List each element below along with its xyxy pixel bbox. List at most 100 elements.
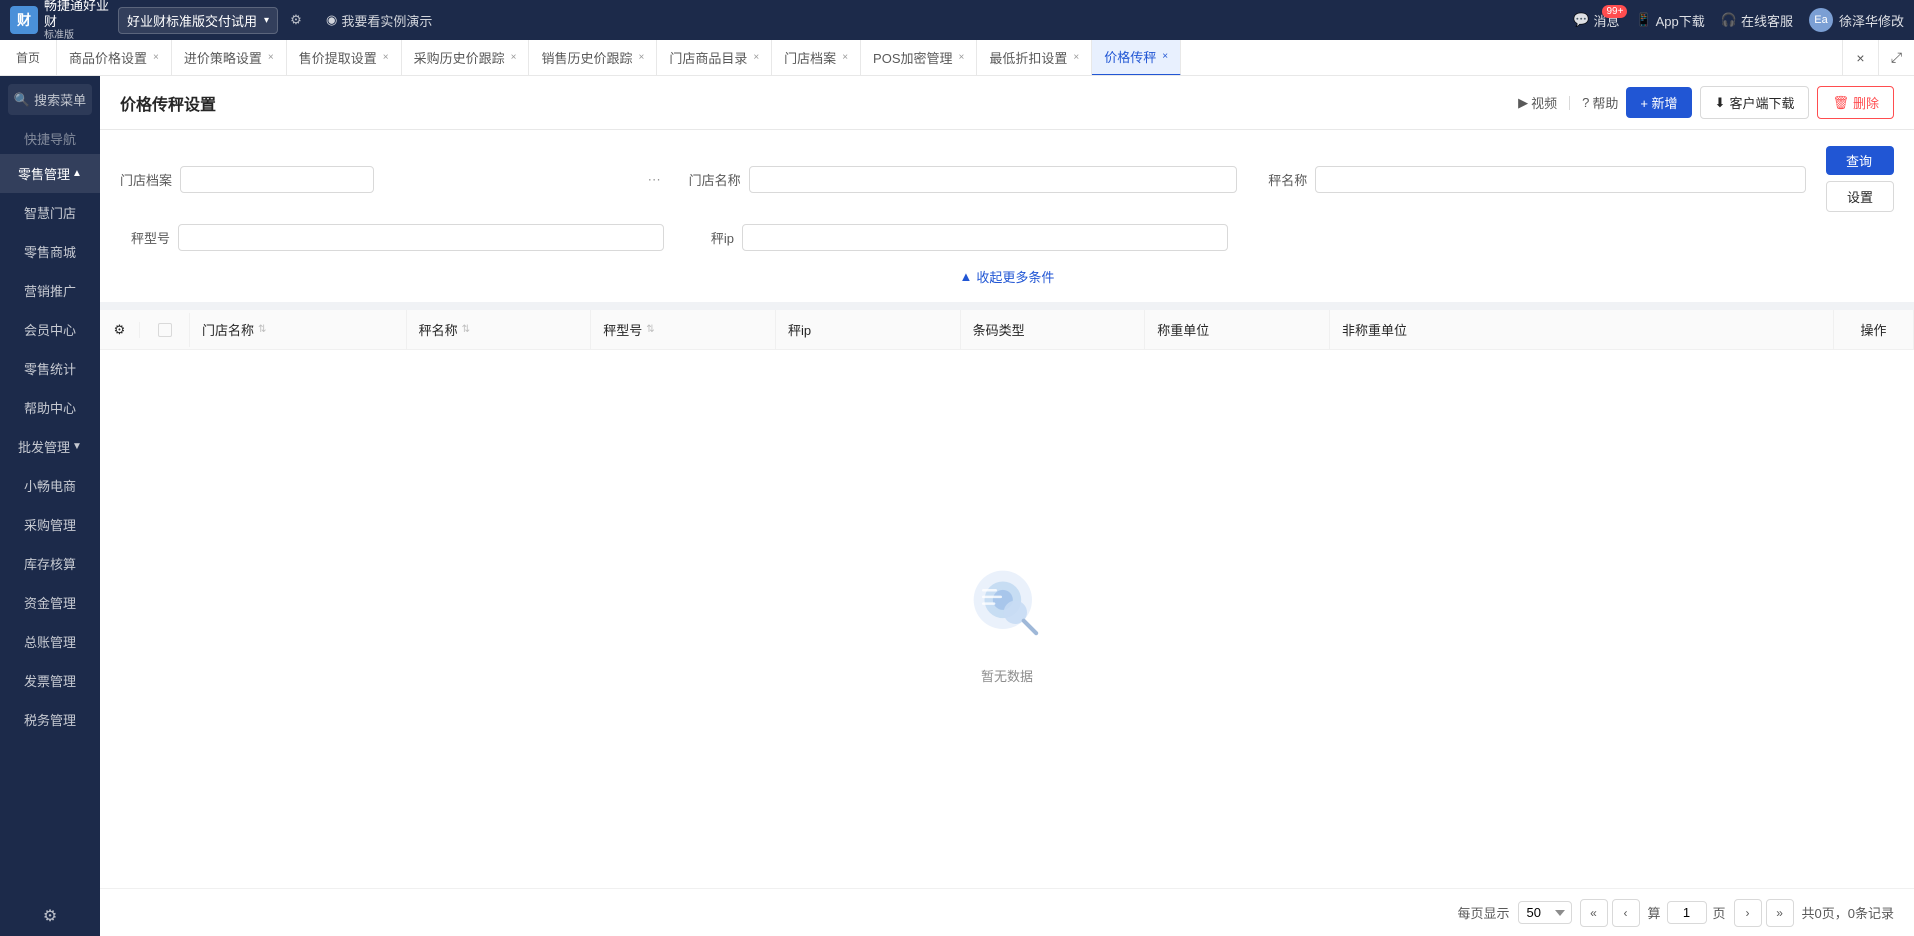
tab-close-icon[interactable]: × [638,52,644,63]
prev-page-button[interactable]: ‹ [1612,899,1640,927]
th-non-weight-unit: 非称重单位 [1330,310,1834,349]
th-checkbox [140,313,190,347]
sidebar-item-member-center[interactable]: 会员中心 [0,310,100,349]
video-link[interactable]: ▶ 视频 [1518,93,1557,112]
scale-model-input[interactable] [178,224,664,251]
more-options-icon[interactable]: ··· [648,172,661,187]
demo-button[interactable]: ◉ 我要看实例演示 [326,11,432,30]
tab-expand-button[interactable]: ⤢ [1878,40,1914,76]
sidebar: 🔍 搜索菜单 快捷导航 零售管理 ▲ 智慧门店 零售商城 营销推广 会员中心 零… [0,76,100,936]
tab-close-icon[interactable]: × [842,52,848,63]
help-icon: ? [1582,95,1589,110]
tab-sales-history[interactable]: 销售历史价跟踪 × [529,40,657,76]
query-button[interactable]: 查询 [1826,146,1894,175]
sidebar-item-help-center[interactable]: 帮助中心 [0,388,100,427]
page-size-select[interactable]: 50 10 20 100 [1518,901,1572,924]
total-info: 共0页，0条记录 [1802,903,1894,922]
tab-store-archive[interactable]: 门店档案 × [772,40,861,76]
tab-store-catalog[interactable]: 门店商品目录 × [657,40,772,76]
download-client-button[interactable]: ⬇ 客户端下载 [1700,86,1810,119]
app-name: 畅捷通好业财 标准版 [44,0,110,42]
tab-close-icon[interactable]: × [153,52,159,63]
app-download-button[interactable]: 📱 App下载 [1635,11,1704,30]
sidebar-item-finance[interactable]: 资金管理 [0,583,100,622]
tab-close-icon[interactable]: × [959,52,965,63]
tab-close-button[interactable]: × [1842,40,1878,76]
logo-icon: 财 [10,6,38,34]
add-button[interactable]: + 新增 [1626,87,1691,118]
tab-purchase-history[interactable]: 采购历史价跟踪 × [402,40,530,76]
tab-min-discount[interactable]: 最低折扣设置 × [977,40,1092,76]
th-action: 操作 [1834,310,1914,349]
messages-button[interactable]: 💬 消息 99+ [1573,11,1619,30]
th-barcode-type: 条码类型 [961,310,1146,349]
th-store-name: 门店名称 ⇅ [190,310,407,349]
first-page-button[interactable]: « [1580,899,1608,927]
sidebar-item-general-ledger[interactable]: 总账管理 [0,622,100,661]
sidebar-item-inventory[interactable]: 库存核算 [0,544,100,583]
sidebar-item-xiaochang-ecom[interactable]: 小畅电商 [0,466,100,505]
sidebar-item-retail-stats[interactable]: 零售统计 [0,349,100,388]
scale-ip-input[interactable] [742,224,1228,251]
settings-button[interactable]: 设置 [1826,181,1894,212]
tab-product-pricing[interactable]: 商品价格设置 × [57,40,172,76]
scale-name-input[interactable] [1315,166,1806,193]
online-service-button[interactable]: 🎧 在线客服 [1721,11,1793,30]
page-nav-right: › » [1734,899,1794,927]
collapse-button[interactable]: ▲ 收起更多条件 [960,267,1055,286]
tab-close-icon[interactable]: × [753,52,759,63]
message-icon: 💬 [1573,12,1589,28]
collapse-up-icon: ▲ [960,269,973,284]
page-header: 价格传秤设置 ▶ 视频 ? 帮助 + 新增 ⬇ 客户端下载 🗑 [100,76,1914,130]
sidebar-item-retail-mall[interactable]: 零售商城 [0,232,100,271]
sort-scale-model-icon[interactable]: ⇅ [646,324,654,335]
filter-row-1: 门店档案 ··· 门店名称 秤名称 查询 设置 [120,146,1894,212]
sidebar-item-marketing[interactable]: 营销推广 [0,271,100,310]
empty-icon [957,554,1057,654]
sidebar-item-tax[interactable]: 税务管理 [0,700,100,739]
tab-sale-price[interactable]: 售价提取设置 × [287,40,402,76]
tab-controls: × ⤢ [1842,40,1914,76]
version-label: 好业财标准版交付试用 [127,11,257,30]
sidebar-item-smart-store[interactable]: 智慧门店 [0,193,100,232]
sidebar-settings-button[interactable]: ⚙ [0,896,100,936]
sidebar-item-purchase[interactable]: 采购管理 [0,505,100,544]
chevron-down-icon: ▾ [264,15,269,26]
tab-bar: 首页 商品价格设置 × 进价策略设置 × 售价提取设置 × 采购历史价跟踪 × … [0,40,1914,76]
page-title: 价格传秤设置 [120,91,216,115]
filter-area: 门店档案 ··· 门店名称 秤名称 查询 设置 [100,130,1914,302]
help-link[interactable]: ? 帮助 [1582,93,1618,112]
nav-label: 零售管理 [18,164,70,183]
sidebar-item-invoice[interactable]: 发票管理 [0,661,100,700]
page-unit: 页 [1713,903,1726,922]
store-name-input[interactable] [749,166,1238,193]
th-scale-name: 秤名称 ⇅ [407,310,592,349]
store-archive-input[interactable] [180,166,374,193]
page-number-input[interactable] [1667,901,1707,924]
tab-home[interactable]: 首页 [0,40,57,76]
th-scale-ip: 秤ip [776,310,961,349]
tab-close-icon[interactable]: × [511,52,517,63]
sort-scale-name-icon[interactable]: ⇅ [462,324,470,335]
tab-close-icon[interactable]: × [268,52,274,63]
th-settings[interactable]: ⚙ [100,322,140,338]
play-icon: ▶ [1518,95,1528,111]
version-selector[interactable]: 好业财标准版交付试用 ▾ [118,7,278,34]
version-settings-button[interactable]: ⚙ [282,6,310,34]
search-menu-button[interactable]: 🔍 搜索菜单 [8,84,92,115]
arrow-down-icon: ▼ [72,441,82,452]
tab-close-icon[interactable]: × [383,52,389,63]
user-menu-button[interactable]: Ea 徐泽华修改 [1809,8,1904,32]
select-all-checkbox[interactable] [158,323,172,337]
sidebar-item-retail-mgmt[interactable]: 零售管理 ▲ [0,154,100,193]
next-page-button[interactable]: › [1734,899,1762,927]
delete-button[interactable]: 🗑 删除 [1817,86,1894,119]
sidebar-item-wholesale[interactable]: 批发管理 ▼ [0,427,100,466]
tab-pos-encryption[interactable]: POS加密管理 × [861,40,977,76]
last-page-button[interactable]: » [1766,899,1794,927]
tab-close-icon[interactable]: × [1162,51,1168,62]
tab-price-scale[interactable]: 价格传秤 × [1092,40,1181,76]
tab-close-icon[interactable]: × [1073,52,1079,63]
sort-store-icon[interactable]: ⇅ [258,324,266,335]
tab-purchase-strategy[interactable]: 进价策略设置 × [172,40,287,76]
